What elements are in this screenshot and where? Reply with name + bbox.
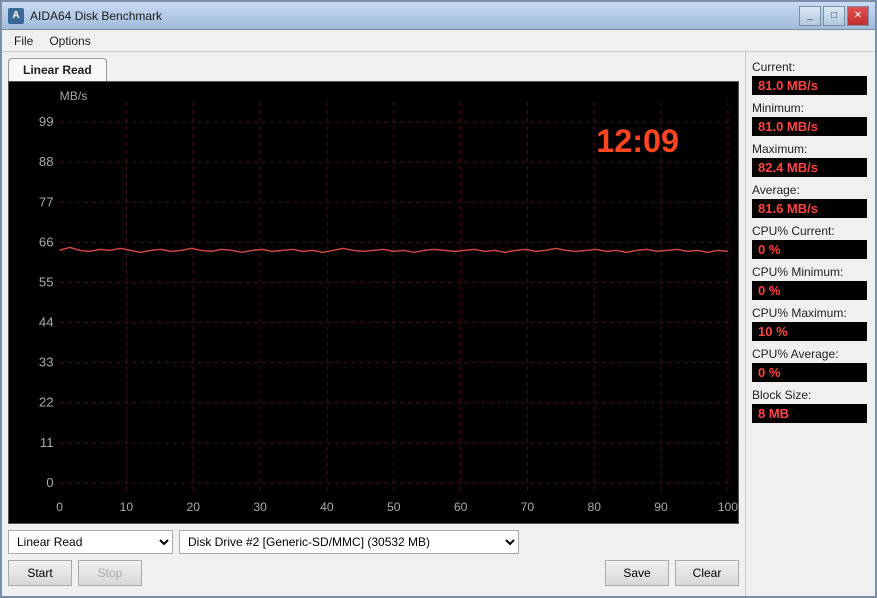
cpu-minimum-stat: CPU% Minimum: 0 %	[752, 265, 867, 300]
svg-text:100: 100	[718, 500, 738, 514]
main-content: Linear Read	[2, 52, 875, 596]
stop-button[interactable]: Stop	[78, 560, 142, 586]
svg-text:90: 90	[654, 500, 668, 514]
menu-options[interactable]: Options	[41, 32, 98, 50]
svg-text:80: 80	[587, 500, 601, 514]
menu-file[interactable]: File	[6, 32, 41, 50]
minimum-label: Minimum:	[752, 101, 867, 115]
cpu-maximum-value: 10 %	[752, 322, 867, 341]
cpu-current-stat: CPU% Current: 0 %	[752, 224, 867, 259]
main-window: A AIDA64 Disk Benchmark _ □ ✕ File Optio…	[0, 0, 877, 598]
action-buttons: Start Stop Save Clear	[8, 558, 739, 590]
sidebar: Current: 81.0 MB/s Minimum: 81.0 MB/s Ma…	[745, 52, 875, 596]
chart-timer: 12:09	[596, 123, 679, 159]
svg-text:60: 60	[454, 500, 468, 514]
clear-button[interactable]: Clear	[675, 560, 739, 586]
window-title: AIDA64 Disk Benchmark	[30, 9, 162, 23]
tab-linear-read[interactable]: Linear Read	[8, 58, 107, 81]
svg-text:0: 0	[46, 475, 53, 490]
svg-text:50: 50	[387, 500, 401, 514]
block-size-value: 8 MB	[752, 404, 867, 423]
average-value: 81.6 MB/s	[752, 199, 867, 218]
minimize-button[interactable]: _	[799, 6, 821, 26]
svg-text:11: 11	[40, 435, 54, 450]
close-button[interactable]: ✕	[847, 6, 869, 26]
maximum-label: Maximum:	[752, 142, 867, 156]
svg-text:70: 70	[521, 500, 535, 514]
title-bar: A AIDA64 Disk Benchmark _ □ ✕	[2, 2, 875, 30]
average-label: Average:	[752, 183, 867, 197]
app-icon: A	[8, 8, 24, 24]
svg-text:77: 77	[39, 194, 54, 209]
current-value: 81.0 MB/s	[752, 76, 867, 95]
svg-text:20: 20	[187, 500, 201, 514]
maximize-button[interactable]: □	[823, 6, 845, 26]
block-size-label: Block Size:	[752, 388, 867, 402]
menu-bar: File Options	[2, 30, 875, 52]
cpu-maximum-label: CPU% Maximum:	[752, 306, 867, 320]
block-size-stat: Block Size: 8 MB	[752, 388, 867, 423]
svg-text:99: 99	[39, 114, 54, 129]
start-button[interactable]: Start	[8, 560, 72, 586]
svg-text:22: 22	[39, 395, 54, 410]
save-button[interactable]: Save	[605, 560, 669, 586]
title-buttons: _ □ ✕	[799, 6, 869, 26]
svg-text:44: 44	[39, 315, 54, 330]
cpu-average-label: CPU% Average:	[752, 347, 867, 361]
svg-text:30: 30	[253, 500, 267, 514]
chart-area: Linear Read	[2, 52, 745, 596]
bottom-controls: Linear Read Disk Drive #2 [Generic-SD/MM…	[8, 524, 739, 558]
minimum-value: 81.0 MB/s	[752, 117, 867, 136]
svg-text:10: 10	[120, 500, 134, 514]
cpu-minimum-label: CPU% Minimum:	[752, 265, 867, 279]
svg-text:40: 40	[320, 500, 334, 514]
cpu-average-value: 0 %	[752, 363, 867, 382]
maximum-value: 82.4 MB/s	[752, 158, 867, 177]
chart-container: 99 88 77 66 55 44 33 22 11 0 MB/s 0 10 2…	[8, 81, 739, 524]
title-bar-left: A AIDA64 Disk Benchmark	[8, 8, 162, 24]
maximum-stat: Maximum: 82.4 MB/s	[752, 142, 867, 177]
svg-text:0: 0	[56, 500, 63, 514]
current-stat: Current: 81.0 MB/s	[752, 60, 867, 95]
svg-text:55: 55	[39, 275, 54, 290]
drive-select[interactable]: Disk Drive #2 [Generic-SD/MMC] (30532 MB…	[179, 530, 519, 554]
current-label: Current:	[752, 60, 867, 74]
average-stat: Average: 81.6 MB/s	[752, 183, 867, 218]
cpu-maximum-stat: CPU% Maximum: 10 %	[752, 306, 867, 341]
svg-text:88: 88	[39, 154, 54, 169]
tab-bar: Linear Read	[8, 58, 739, 81]
svg-text:MB/s: MB/s	[60, 89, 88, 103]
chart-svg: 99 88 77 66 55 44 33 22 11 0 MB/s 0 10 2…	[9, 82, 738, 523]
svg-text:66: 66	[39, 234, 54, 249]
cpu-average-stat: CPU% Average: 0 %	[752, 347, 867, 382]
cpu-current-label: CPU% Current:	[752, 224, 867, 238]
cpu-current-value: 0 %	[752, 240, 867, 259]
svg-text:33: 33	[39, 355, 54, 370]
test-select[interactable]: Linear Read	[8, 530, 173, 554]
cpu-minimum-value: 0 %	[752, 281, 867, 300]
minimum-stat: Minimum: 81.0 MB/s	[752, 101, 867, 136]
